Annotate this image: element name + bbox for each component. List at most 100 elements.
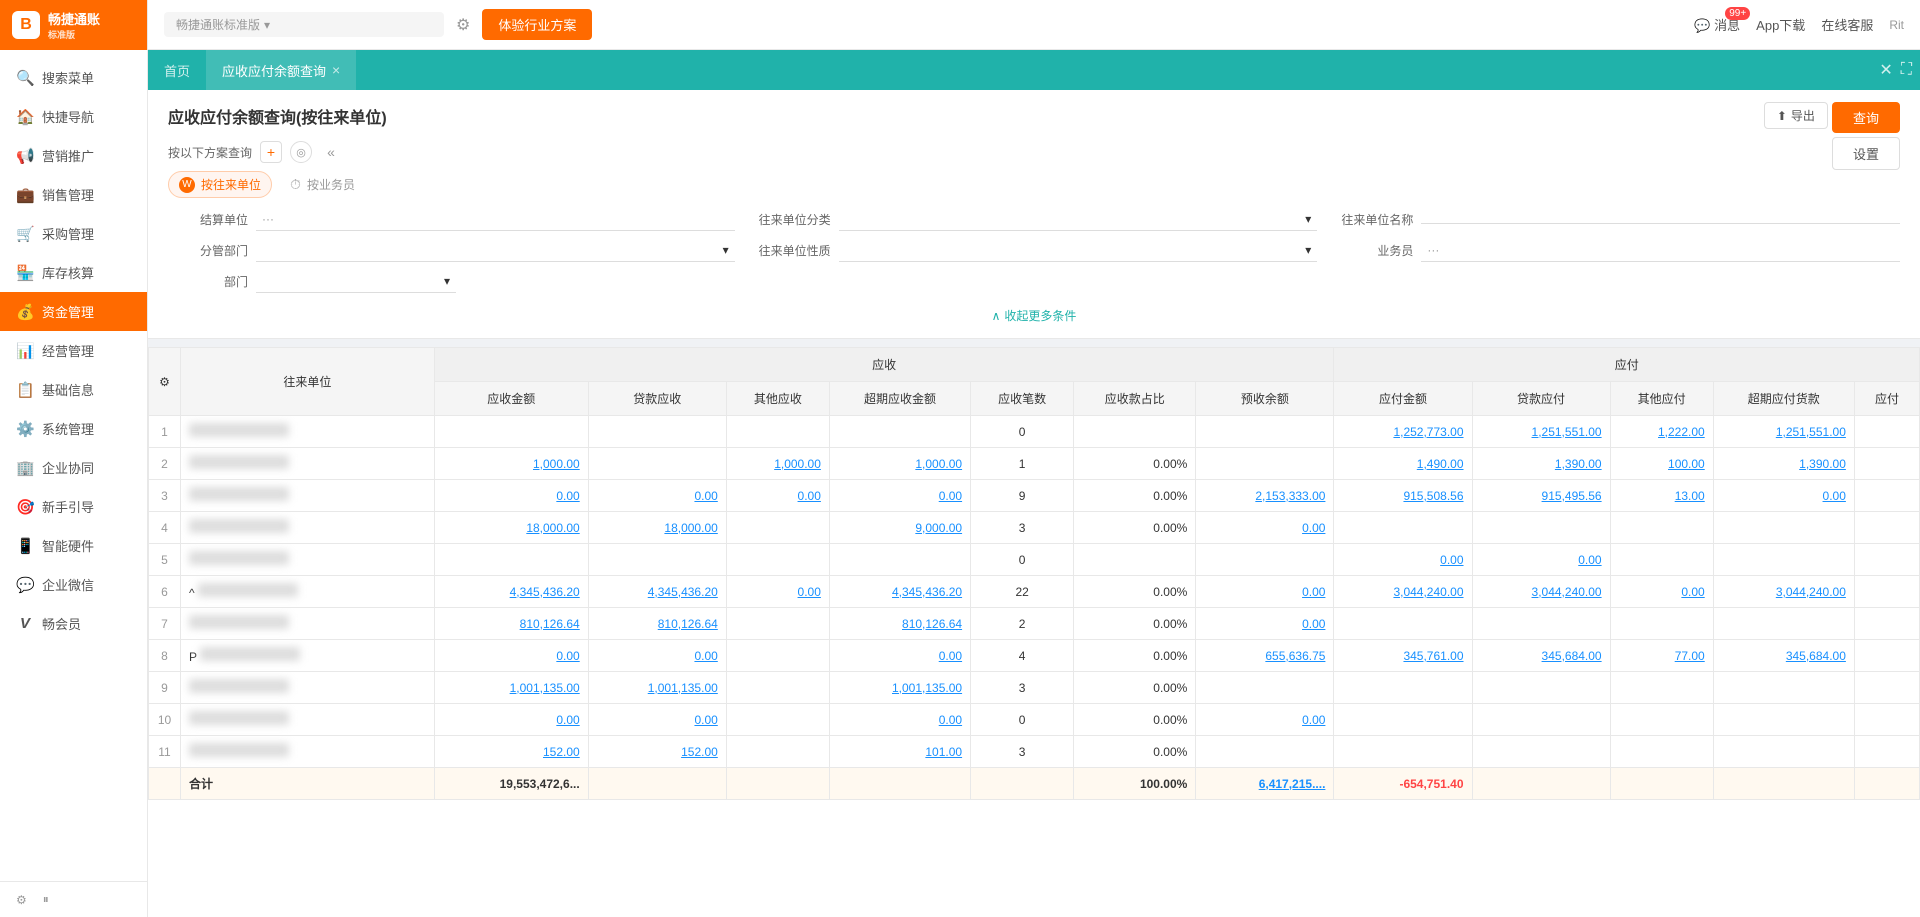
cell-link[interactable]: 810,126.64	[520, 617, 580, 631]
sidebar-item-finance[interactable]: 💰 资金管理	[0, 292, 147, 331]
cell-link[interactable]: 4,345,436.20	[892, 585, 962, 599]
cell-link[interactable]: 345,684.00	[1542, 649, 1602, 663]
table-settings-col[interactable]: ⚙	[149, 348, 181, 416]
scheme-bypartner[interactable]: W 按往来单位	[168, 171, 272, 198]
settings-btn[interactable]: 设置	[1832, 137, 1900, 170]
cell-link[interactable]: 0.00	[1302, 713, 1325, 727]
cell-link[interactable]: 915,495.56	[1542, 489, 1602, 503]
footer-ys-je[interactable]: 19,553,472,6...	[434, 768, 588, 800]
footer-ys-yu-link[interactable]: 6,417,215....	[1259, 777, 1326, 791]
cell-link[interactable]: 1,251,551.00	[1776, 425, 1846, 439]
sidebar-item-purchase[interactable]: 🛒 采购管理	[0, 214, 147, 253]
cell-link[interactable]: 0.00	[1578, 553, 1601, 567]
cell-link[interactable]: 1,252,773.00	[1393, 425, 1463, 439]
sidebar-item-newguide[interactable]: 🎯 新手引导	[0, 487, 147, 526]
sidebar-settings-icon[interactable]: ⚙	[16, 893, 27, 907]
trial-btn[interactable]: 体验行业方案	[482, 9, 592, 40]
cell-link[interactable]: 1,251,551.00	[1532, 425, 1602, 439]
cell-link[interactable]: 0.00	[694, 713, 717, 727]
filter-input-jieSuanDanWei[interactable]: ···	[256, 208, 735, 231]
online-service-link[interactable]: 在线客服	[1821, 15, 1873, 34]
chevron-down-icon[interactable]: ▾	[264, 18, 270, 32]
cell-link[interactable]: 100.00	[1668, 457, 1705, 471]
cell-link[interactable]: 0.00	[939, 713, 962, 727]
cell-link[interactable]: 18,000.00	[664, 521, 717, 535]
cell-link[interactable]: 0.00	[1681, 585, 1704, 599]
cell-link[interactable]: 915,508.56	[1403, 489, 1463, 503]
filter-input-yewuYuan[interactable]: ···	[1421, 239, 1900, 262]
sidebar-item-inventory[interactable]: 🏪 库存核算	[0, 253, 147, 292]
cell-link[interactable]: 3,044,240.00	[1532, 585, 1602, 599]
sidebar-item-baseinfo[interactable]: 📋 基础信息	[0, 370, 147, 409]
filter-collapse-btn[interactable]: ∧ 收起更多条件	[168, 301, 1900, 330]
footer-ys-yu[interactable]: 6,417,215....	[1196, 768, 1334, 800]
cell-link[interactable]: 0.00	[1302, 521, 1325, 535]
cell-link[interactable]: 2,153,333.00	[1255, 489, 1325, 503]
cell-link[interactable]: 345,684.00	[1786, 649, 1846, 663]
cell-link[interactable]: 77.00	[1675, 649, 1705, 663]
cell-link[interactable]: 152.00	[681, 745, 718, 759]
cell-link[interactable]: 1,390.00	[1555, 457, 1602, 471]
cell-link[interactable]: 0.00	[1823, 489, 1846, 503]
cell-link[interactable]: 0.00	[939, 489, 962, 503]
cell-link[interactable]: 0.00	[694, 489, 717, 503]
header-gear-icon[interactable]: ⚙	[456, 15, 470, 35]
cell-link[interactable]: 3,044,240.00	[1776, 585, 1846, 599]
sidebar-item-wechat[interactable]: 💬 企业微信	[0, 565, 147, 604]
cell-link[interactable]: 0.00	[1440, 553, 1463, 567]
sidebar-item-collab[interactable]: 🏢 企业协同	[0, 448, 147, 487]
cell-link[interactable]: 101.00	[925, 745, 962, 759]
filter-input-wangLaiDanWeiMingCheng[interactable]	[1421, 215, 1900, 224]
tab-close-window-icon[interactable]: ✕	[1879, 60, 1892, 80]
query-btn[interactable]: 查询	[1832, 102, 1900, 133]
cell-link[interactable]: 0.00	[556, 489, 579, 503]
filter-input-wangLaiDanWeiFenLei[interactable]: ▾	[839, 208, 1318, 231]
cell-link[interactable]: 4,345,436.20	[510, 585, 580, 599]
cell-link[interactable]: 0.00	[798, 585, 821, 599]
cell-link[interactable]: 13.00	[1675, 489, 1705, 503]
cell-link[interactable]: 0.00	[939, 649, 962, 663]
filter-scheme-btn[interactable]: ◎	[290, 141, 312, 163]
cell-link[interactable]: 1,222.00	[1658, 425, 1705, 439]
cell-link[interactable]: 9,000.00	[915, 521, 962, 535]
cell-link[interactable]: 1,000.00	[915, 457, 962, 471]
filter-input-fenGuanBuMen[interactable]: ▾	[256, 239, 735, 262]
tab-home[interactable]: 首页	[148, 50, 206, 90]
cell-link[interactable]: 152.00	[543, 745, 580, 759]
filter-expand-btn[interactable]: «	[320, 141, 342, 163]
sidebar-item-marketing[interactable]: 📢 营销推广	[0, 136, 147, 175]
tab-fullscreen-icon[interactable]: ⛶	[1901, 61, 1912, 79]
scheme-bystaff[interactable]: ⏱ 按业务员	[280, 172, 365, 197]
cell-link[interactable]: 0.00	[798, 489, 821, 503]
cell-link[interactable]: 18,000.00	[526, 521, 579, 535]
sidebar-item-operations[interactable]: 📊 经营管理	[0, 331, 147, 370]
cell-link[interactable]: 1,000.00	[533, 457, 580, 471]
cell-link[interactable]: 1,001,135.00	[510, 681, 580, 695]
tab-balance[interactable]: 应收应付余额查询 ×	[206, 50, 356, 90]
cell-link[interactable]: 345,761.00	[1403, 649, 1463, 663]
sidebar-item-quicknav[interactable]: 🏠 快捷导航	[0, 97, 147, 136]
sidebar-item-hardware[interactable]: 📱 智能硬件	[0, 526, 147, 565]
cell-link[interactable]: 0.00	[694, 649, 717, 663]
sidebar-item-sysadmin[interactable]: ⚙️ 系统管理	[0, 409, 147, 448]
sidebar-item-member[interactable]: V 畅会员	[0, 604, 147, 643]
filter-add-btn[interactable]: +	[260, 141, 282, 163]
cell-link[interactable]: 810,126.64	[902, 617, 962, 631]
app-download-link[interactable]: App下载	[1756, 15, 1805, 34]
cell-link[interactable]: 1,490.00	[1417, 457, 1464, 471]
export-btn[interactable]: ⬆ 导出	[1764, 102, 1828, 129]
cell-link[interactable]: 4,345,436.20	[648, 585, 718, 599]
cell-link[interactable]: 0.00	[556, 649, 579, 663]
cell-link[interactable]: 3,044,240.00	[1393, 585, 1463, 599]
cell-link[interactable]: 1,000.00	[774, 457, 821, 471]
sidebar-collapse-icon[interactable]: ⏸	[43, 892, 49, 907]
sidebar-item-sales[interactable]: 💼 销售管理	[0, 175, 147, 214]
cell-link[interactable]: 0.00	[556, 713, 579, 727]
cell-link[interactable]: 655,636.75	[1265, 649, 1325, 663]
cell-link[interactable]: 1,001,135.00	[648, 681, 718, 695]
user-name[interactable]: Rit	[1889, 18, 1904, 32]
notification-btn[interactable]: 💬 消息 99+	[1694, 15, 1740, 34]
sidebar-item-search[interactable]: 🔍 搜索菜单	[0, 58, 147, 97]
filter-input-buMen[interactable]: ▾	[256, 270, 456, 293]
filter-input-wangLaiDanWeiXingZhi[interactable]: ▾	[839, 239, 1318, 262]
